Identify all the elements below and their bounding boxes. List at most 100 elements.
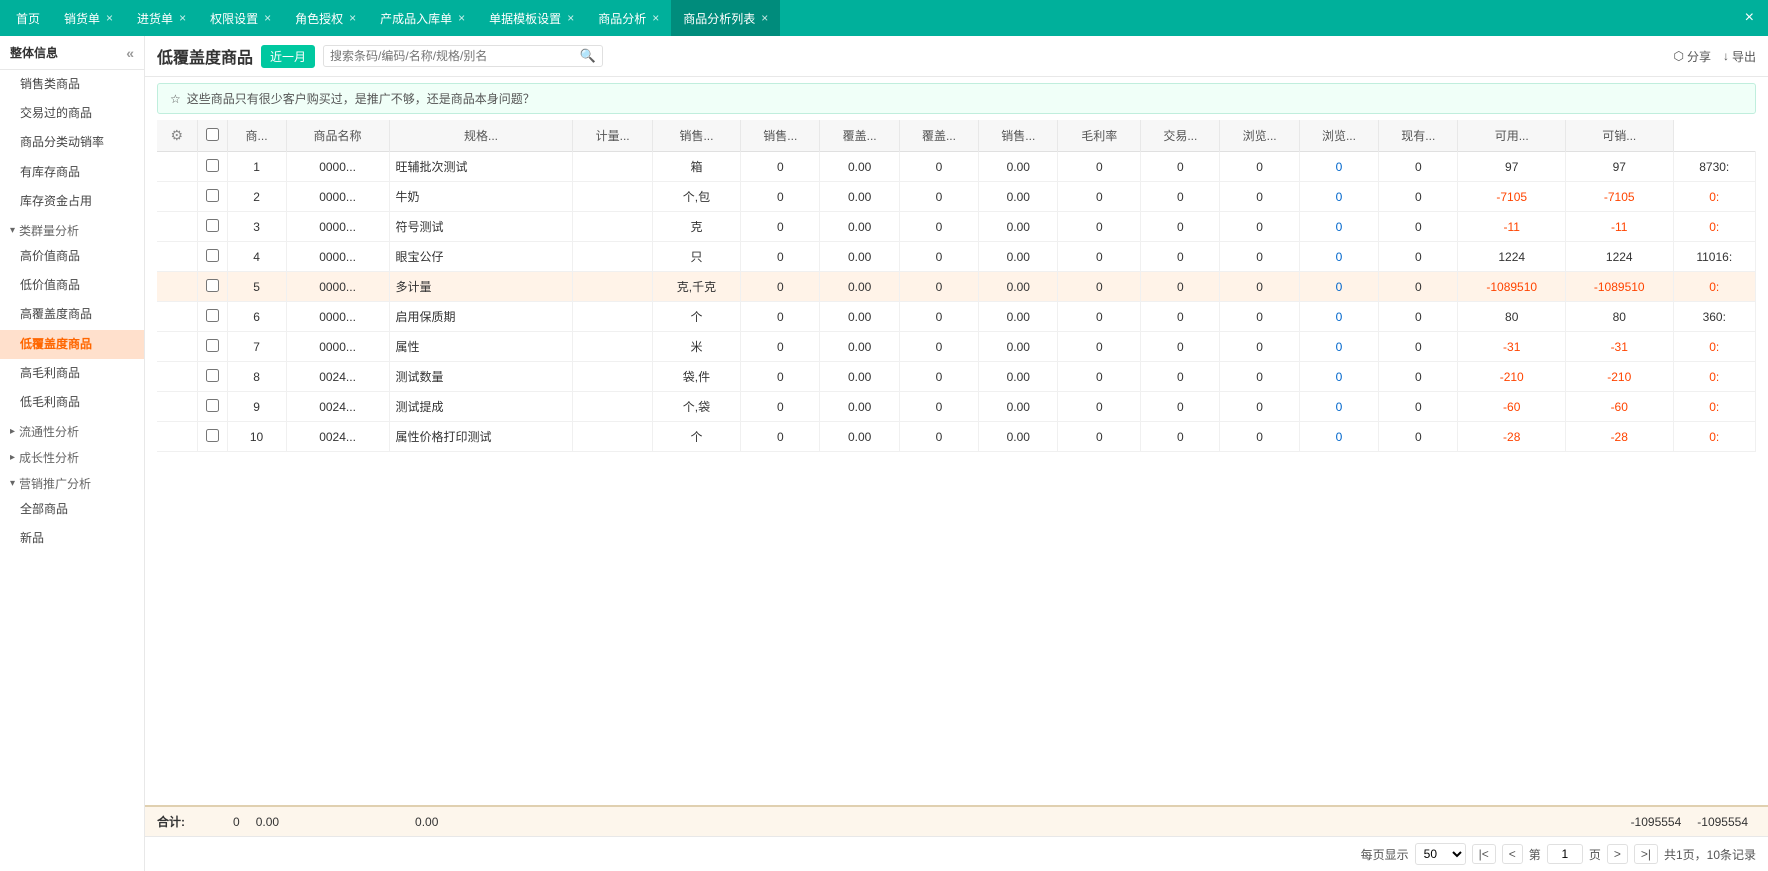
row-browse1[interactable]: 0 bbox=[1299, 152, 1378, 182]
row-sales-qty: 0 bbox=[741, 362, 820, 392]
sidebar-group-marketing[interactable]: ▾ 营销推广分析 bbox=[0, 469, 144, 495]
sidebar-item-high-value[interactable]: 高价值商品 bbox=[0, 242, 144, 271]
sidebar-collapse-button[interactable]: « bbox=[126, 45, 134, 61]
row-checkbox-input[interactable] bbox=[206, 339, 219, 352]
row-saleable: 0: bbox=[1673, 272, 1756, 302]
settings-col-header[interactable]: ⚙ bbox=[157, 120, 197, 152]
nav-tab-analysis-list[interactable]: 商品分析列表 × bbox=[671, 0, 780, 36]
row-checkbox-input[interactable] bbox=[206, 429, 219, 442]
row-name: 旺辅批次测试 bbox=[389, 152, 573, 182]
sidebar-item-category-turnover[interactable]: 商品分类动销率 bbox=[0, 128, 144, 157]
row-checkbox[interactable] bbox=[197, 332, 227, 362]
row-browse1[interactable]: 0 bbox=[1299, 182, 1378, 212]
sidebar-item-low-coverage[interactable]: 低覆盖度商品 bbox=[0, 330, 144, 359]
row-checkbox-input[interactable] bbox=[206, 219, 219, 232]
row-checkbox[interactable] bbox=[197, 362, 227, 392]
close-icon[interactable]: × bbox=[179, 11, 186, 25]
row-checkbox-input[interactable] bbox=[206, 369, 219, 382]
browse-link[interactable]: 0 bbox=[1336, 160, 1343, 174]
row-browse1[interactable]: 0 bbox=[1299, 212, 1378, 242]
browse-link[interactable]: 0 bbox=[1336, 280, 1343, 294]
nav-tab-purchase[interactable]: 进货单 × bbox=[125, 0, 198, 36]
row-checkbox-input[interactable] bbox=[206, 309, 219, 322]
row-checkbox[interactable] bbox=[197, 422, 227, 452]
sidebar-item-high-coverage[interactable]: 高覆盖度商品 bbox=[0, 300, 144, 329]
share-button[interactable]: ⬡ 分享 bbox=[1673, 48, 1711, 65]
sidebar-item-sales-goods[interactable]: 销售类商品 bbox=[0, 70, 144, 99]
sidebar-item-low-margin[interactable]: 低毛利商品 bbox=[0, 388, 144, 417]
filter-recent-month-button[interactable]: 近一月 bbox=[261, 45, 315, 68]
row-unit: 克,千克 bbox=[652, 272, 740, 302]
close-icon[interactable]: × bbox=[106, 11, 113, 25]
sidebar-group-cluster[interactable]: ▾ 类群量分析 bbox=[0, 216, 144, 242]
nav-tab-inbound[interactable]: 产成品入库单 × bbox=[368, 0, 477, 36]
page-size-select[interactable]: 50 20 100 200 bbox=[1415, 843, 1466, 865]
close-all-button[interactable]: × bbox=[1735, 9, 1764, 27]
row-checkbox-input[interactable] bbox=[206, 159, 219, 172]
sidebar-item-stock-goods[interactable]: 有库存商品 bbox=[0, 158, 144, 187]
row-code: 0024... bbox=[286, 422, 389, 452]
footer-coverage2: 0.00 bbox=[407, 815, 446, 829]
nav-tab-template[interactable]: 单据模板设置 × bbox=[477, 0, 586, 36]
sidebar-group-circulation[interactable]: ▸ 流通性分析 bbox=[0, 417, 144, 443]
nav-tab-sales[interactable]: 销货单 × bbox=[52, 0, 125, 36]
search-icon[interactable]: 🔍 bbox=[580, 48, 596, 64]
row-browse1[interactable]: 0 bbox=[1299, 422, 1378, 452]
sidebar-group-growth[interactable]: ▸ 成长性分析 bbox=[0, 443, 144, 469]
close-icon[interactable]: × bbox=[652, 11, 659, 25]
nav-tab-home[interactable]: 首页 bbox=[4, 0, 52, 36]
row-checkbox-input[interactable] bbox=[206, 399, 219, 412]
close-icon[interactable]: × bbox=[458, 11, 465, 25]
row-checkbox[interactable] bbox=[197, 242, 227, 272]
row-browse1[interactable]: 0 bbox=[1299, 302, 1378, 332]
browse-link[interactable]: 0 bbox=[1336, 430, 1343, 444]
page-number-input[interactable] bbox=[1547, 844, 1583, 864]
close-icon[interactable]: × bbox=[264, 11, 271, 25]
row-checkbox[interactable] bbox=[197, 392, 227, 422]
last-page-button[interactable]: >| bbox=[1634, 844, 1658, 864]
sidebar-item-all-goods[interactable]: 全部商品 bbox=[0, 495, 144, 524]
browse-link[interactable]: 0 bbox=[1336, 220, 1343, 234]
row-gross-margin: 0 bbox=[1141, 362, 1220, 392]
close-icon[interactable]: × bbox=[349, 11, 356, 25]
export-button[interactable]: ↓ 导出 bbox=[1723, 48, 1756, 65]
sidebar-item-new-goods[interactable]: 新品 bbox=[0, 524, 144, 553]
row-checkbox[interactable] bbox=[197, 212, 227, 242]
browse-link[interactable]: 0 bbox=[1336, 250, 1343, 264]
sidebar-item-high-margin[interactable]: 高毛利商品 bbox=[0, 359, 144, 388]
browse-link[interactable]: 0 bbox=[1336, 340, 1343, 354]
browse-link[interactable]: 0 bbox=[1336, 310, 1343, 324]
browse-link[interactable]: 0 bbox=[1336, 190, 1343, 204]
row-browse1[interactable]: 0 bbox=[1299, 272, 1378, 302]
browse-link[interactable]: 0 bbox=[1336, 400, 1343, 414]
search-box: 🔍 bbox=[323, 45, 603, 67]
row-browse1[interactable]: 0 bbox=[1299, 242, 1378, 272]
row-code: 0000... bbox=[286, 272, 389, 302]
nav-tab-permissions[interactable]: 权限设置 × bbox=[198, 0, 283, 36]
row-checkbox-input[interactable] bbox=[206, 249, 219, 262]
next-page-button[interactable]: > bbox=[1607, 844, 1628, 864]
sidebar-item-traded-goods[interactable]: 交易过的商品 bbox=[0, 99, 144, 128]
settings-icon[interactable]: ⚙ bbox=[170, 127, 183, 143]
nav-tab-roles[interactable]: 角色授权 × bbox=[283, 0, 368, 36]
sidebar-item-low-value[interactable]: 低价值商品 bbox=[0, 271, 144, 300]
close-icon[interactable]: × bbox=[761, 11, 768, 25]
row-checkbox-input[interactable] bbox=[206, 279, 219, 292]
search-input[interactable] bbox=[330, 49, 580, 63]
first-page-button[interactable]: |< bbox=[1472, 844, 1496, 864]
row-checkbox[interactable] bbox=[197, 152, 227, 182]
row-checkbox[interactable] bbox=[197, 182, 227, 212]
sidebar-item-stock-capital[interactable]: 库存资金占用 bbox=[0, 187, 144, 216]
row-browse1[interactable]: 0 bbox=[1299, 362, 1378, 392]
row-checkbox[interactable] bbox=[197, 302, 227, 332]
close-icon[interactable]: × bbox=[567, 11, 574, 25]
row-browse1[interactable]: 0 bbox=[1299, 332, 1378, 362]
checkbox-col-header[interactable] bbox=[197, 120, 227, 152]
row-checkbox-input[interactable] bbox=[206, 189, 219, 202]
prev-page-button[interactable]: < bbox=[1502, 844, 1523, 864]
row-checkbox[interactable] bbox=[197, 272, 227, 302]
nav-tab-analysis[interactable]: 商品分析 × bbox=[586, 0, 671, 36]
browse-link[interactable]: 0 bbox=[1336, 370, 1343, 384]
row-browse1[interactable]: 0 bbox=[1299, 392, 1378, 422]
select-all-checkbox[interactable] bbox=[206, 128, 219, 141]
